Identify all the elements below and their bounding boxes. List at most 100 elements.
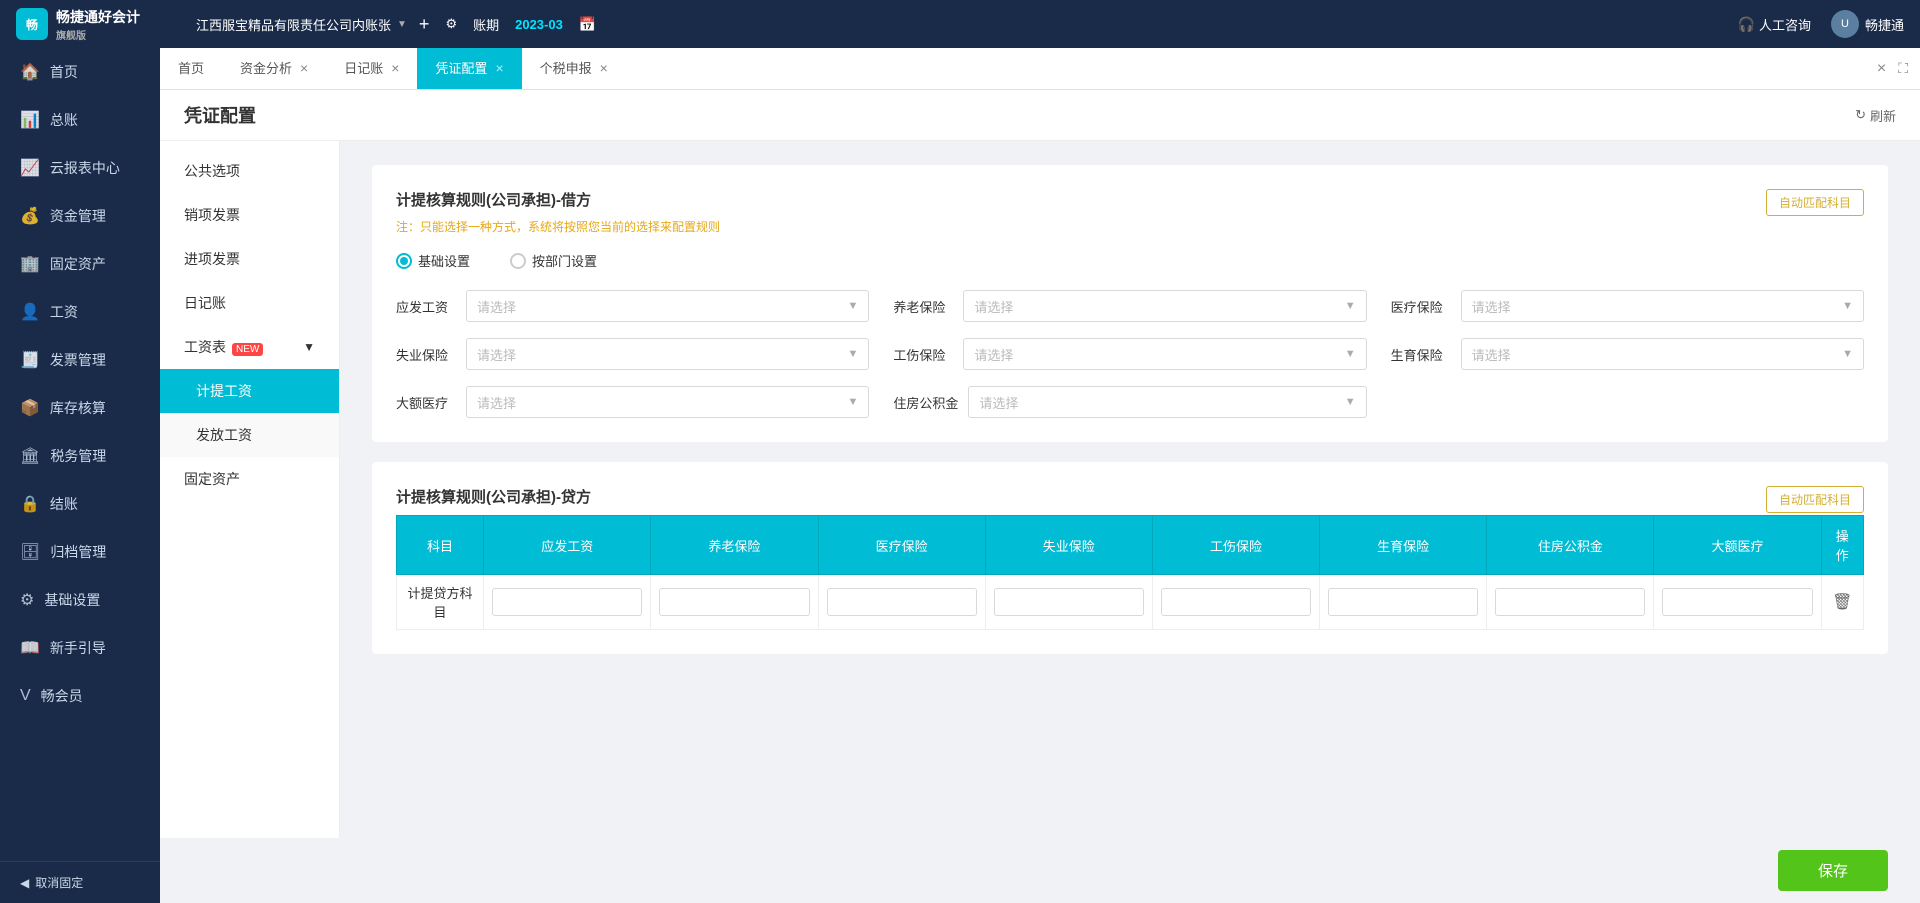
left-nav: 公共选项 销项发票 进项发票 日记账 工资表NEW ▼ 计提工资 发放工资 bbox=[160, 141, 340, 838]
select-medical[interactable]: 请选择 ▼ bbox=[1461, 290, 1864, 322]
leftnav-payroll-group[interactable]: 工资表NEW ▼ bbox=[160, 325, 339, 369]
select-base-salary[interactable]: 请选择 ▼ bbox=[466, 290, 869, 322]
tab-journal[interactable]: 日记账 × bbox=[326, 48, 417, 89]
radio-basic[interactable]: 基础设置 bbox=[396, 251, 470, 270]
sidebar-item-payroll[interactable]: 👤 工资 bbox=[0, 288, 160, 336]
tab-voucher-config[interactable]: 凭证配置 × bbox=[417, 48, 521, 89]
sidebar-item-ledger[interactable]: 📊 总账 bbox=[0, 96, 160, 144]
section-credit: 计提核算规则(公司承担)-贷方 自动匹配科目 科目 应发工资 养老保险 医疗保险 bbox=[372, 462, 1888, 654]
input-housing[interactable] bbox=[1495, 588, 1645, 616]
leftnav-issue-payroll[interactable]: 发放工资 bbox=[160, 413, 339, 457]
leftnav-fixed-assets[interactable]: 固定资产 bbox=[160, 457, 339, 501]
debit-form-grid: 应发工资 请选择 ▼ 养老保险 请选择 ▼ bbox=[396, 290, 1864, 418]
sidebar-item-funds[interactable]: 💰 资金管理 bbox=[0, 192, 160, 240]
topbar-center: 江西服宝精品有限责任公司内账张 ▼ + ⚙ 账期 2023-03 📅 bbox=[176, 14, 1738, 35]
select-pension-arrow: ▼ bbox=[1345, 300, 1356, 312]
cell-maternity bbox=[1320, 575, 1487, 630]
col-medical: 医疗保险 bbox=[818, 516, 985, 575]
tab-expand-icon[interactable]: ⛶ bbox=[1898, 60, 1908, 77]
label-housing-fund: 住房公积金 bbox=[893, 393, 958, 412]
leftnav-journal[interactable]: 日记账 bbox=[160, 281, 339, 325]
service-button[interactable]: 🎧 人工咨询 bbox=[1738, 15, 1811, 34]
input-unemployment[interactable] bbox=[994, 588, 1144, 616]
assets-icon: 🏢 bbox=[20, 254, 40, 274]
payroll-arrow-icon: ▼ bbox=[303, 340, 315, 354]
archive-icon: 🗄 bbox=[20, 542, 40, 562]
sidebar-item-close[interactable]: 🔒 结账 bbox=[0, 480, 160, 528]
cell-pension bbox=[651, 575, 818, 630]
tab-home-label: 首页 bbox=[178, 58, 204, 77]
delete-row-button[interactable]: 🗑 bbox=[1832, 592, 1852, 612]
radio-department[interactable]: 按部门设置 bbox=[510, 251, 597, 270]
period-label: 账期 bbox=[473, 15, 499, 34]
section-credit-title: 计提核算规则(公司承担)-贷方 bbox=[396, 486, 1864, 507]
input-injury[interactable] bbox=[1161, 588, 1311, 616]
tab-tax[interactable]: 个税申报 × bbox=[522, 48, 626, 89]
select-injury[interactable]: 请选择 ▼ bbox=[963, 338, 1366, 370]
select-mm-arrow: ▼ bbox=[847, 396, 858, 408]
sidebar-item-reports[interactable]: 📈 云报表中心 bbox=[0, 144, 160, 192]
leftnav-payroll-header[interactable]: 工资表NEW ▼ bbox=[160, 325, 339, 369]
tab-voucher-label: 凭证配置 bbox=[435, 58, 487, 77]
sidebar-label-invoices: 发票管理 bbox=[50, 350, 106, 370]
service-label: 人工咨询 bbox=[1759, 15, 1811, 34]
tab-funds-close[interactable]: × bbox=[300, 60, 308, 76]
select-pension[interactable]: 请选择 ▼ bbox=[963, 290, 1366, 322]
select-unemployment[interactable]: 请选择 ▼ bbox=[466, 338, 869, 370]
sidebar-item-assets[interactable]: 🏢 固定资产 bbox=[0, 240, 160, 288]
tab-tax-close[interactable]: × bbox=[600, 60, 608, 76]
pin-icon: ◀ bbox=[20, 876, 29, 890]
save-button[interactable]: 保存 bbox=[1778, 850, 1888, 891]
input-medical[interactable] bbox=[827, 588, 977, 616]
company-selector[interactable]: 江西服宝精品有限责任公司内账张 ▼ bbox=[196, 15, 407, 34]
settings-icon[interactable]: ⚙ bbox=[445, 16, 457, 32]
save-area: 保存 bbox=[160, 838, 1920, 903]
sidebar-item-guide[interactable]: 📖 新手引导 bbox=[0, 624, 160, 672]
select-unemp-arrow: ▼ bbox=[847, 348, 858, 360]
select-housing-fund[interactable]: 请选择 ▼ bbox=[968, 386, 1366, 418]
user-menu[interactable]: U 畅捷通 bbox=[1831, 10, 1904, 38]
sidebar-label-close: 结账 bbox=[50, 494, 78, 514]
input-pension[interactable] bbox=[659, 588, 809, 616]
tab-funds[interactable]: 资金分析 × bbox=[222, 48, 326, 89]
sidebar-label-guide: 新手引导 bbox=[50, 638, 106, 658]
sidebar-item-home[interactable]: 🏠 首页 bbox=[0, 48, 160, 96]
leftnav-purchase-invoice[interactable]: 进项发票 bbox=[160, 237, 339, 281]
sidebar-unpin[interactable]: ◀ 取消固定 bbox=[0, 861, 160, 903]
input-base-salary[interactable] bbox=[492, 588, 642, 616]
reports-icon: 📈 bbox=[20, 158, 40, 178]
input-major-medical[interactable] bbox=[1662, 588, 1812, 616]
sidebar-item-invoices[interactable]: 🧾 发票管理 bbox=[0, 336, 160, 384]
sidebar-item-vip[interactable]: V 畅会员 bbox=[0, 672, 160, 720]
leftnav-sales-invoice[interactable]: 销项发票 bbox=[160, 193, 339, 237]
app-subtitle: 旗舰版 bbox=[56, 27, 140, 42]
select-maternity[interactable]: 请选择 ▼ bbox=[1461, 338, 1864, 370]
tab-journal-close[interactable]: × bbox=[391, 60, 399, 76]
tab-close-all-icon[interactable]: × bbox=[1877, 60, 1886, 78]
select-major-medical[interactable]: 请选择 ▼ bbox=[466, 386, 869, 418]
section-debit: 计提核算规则(公司承担)-借方 注：只能选择一种方式，系统将按照您当前的选择来配… bbox=[372, 165, 1888, 442]
sidebar-label-ledger: 总账 bbox=[50, 110, 78, 130]
auto-match-debit-button[interactable]: 自动匹配科目 bbox=[1766, 189, 1864, 216]
sidebar-item-settings[interactable]: ⚙ 基础设置 bbox=[0, 576, 160, 624]
logo-icon: 畅 bbox=[16, 8, 48, 40]
refresh-button[interactable]: ↻ 刷新 bbox=[1855, 106, 1896, 125]
label-injury: 工伤保险 bbox=[893, 345, 953, 364]
input-maternity[interactable] bbox=[1328, 588, 1478, 616]
home-icon: 🏠 bbox=[20, 62, 40, 82]
add-button[interactable]: + bbox=[419, 14, 430, 35]
ledger-icon: 📊 bbox=[20, 110, 40, 130]
col-subject: 科目 bbox=[397, 516, 484, 575]
auto-match-credit-button[interactable]: 自动匹配科目 bbox=[1766, 486, 1864, 513]
calendar-icon[interactable]: 📅 bbox=[579, 16, 596, 33]
tab-home[interactable]: 首页 bbox=[160, 48, 222, 89]
leftnav-public[interactable]: 公共选项 bbox=[160, 149, 339, 193]
vip-icon: V bbox=[20, 687, 31, 705]
radio-dept-circle bbox=[510, 253, 526, 269]
leftnav-accrual-payroll[interactable]: 计提工资 bbox=[160, 369, 339, 413]
sidebar-item-archive[interactable]: 🗄 归档管理 bbox=[0, 528, 160, 576]
sidebar-item-inventory[interactable]: 📦 库存核算 bbox=[0, 384, 160, 432]
inner-layout: 公共选项 销项发票 进项发票 日记账 工资表NEW ▼ 计提工资 发放工资 bbox=[160, 141, 1920, 838]
sidebar-item-tax[interactable]: 🏛 税务管理 bbox=[0, 432, 160, 480]
tab-voucher-close[interactable]: × bbox=[495, 60, 503, 76]
